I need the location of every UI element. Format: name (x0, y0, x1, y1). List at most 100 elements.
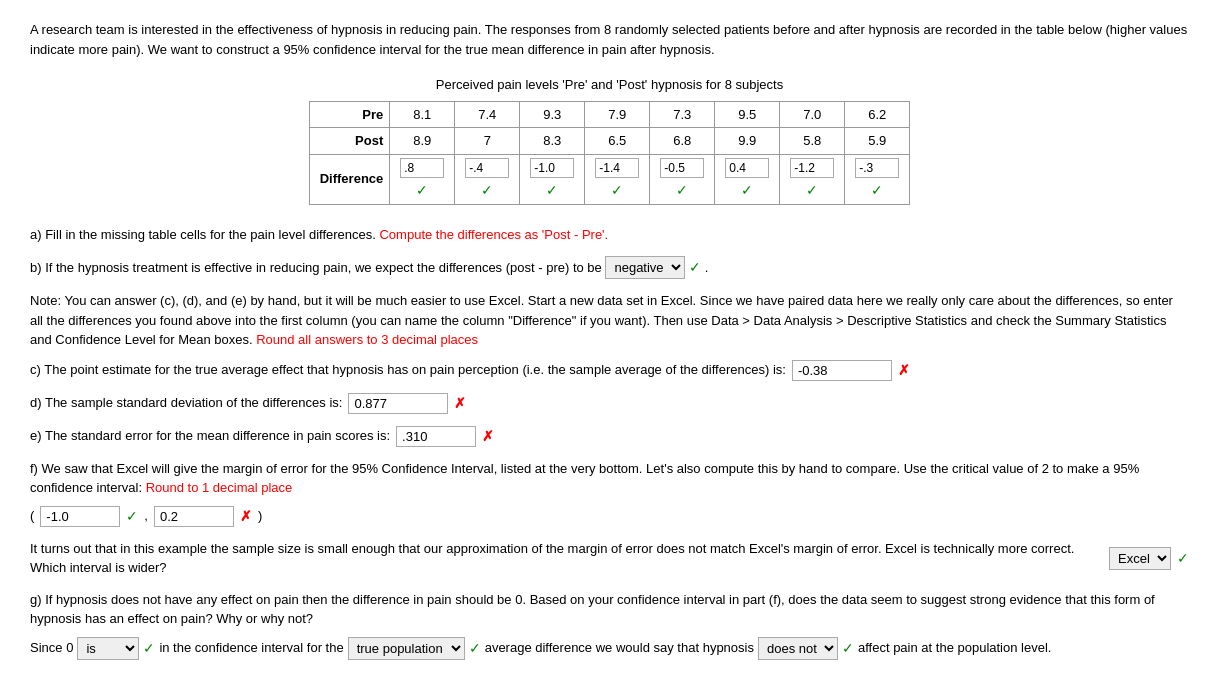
diff-input-5[interactable] (660, 158, 704, 178)
diff-cell-2: ✓ (455, 154, 520, 204)
conf-select[interactable]: true population sample (348, 637, 465, 660)
part-f-text: f) We saw that Excel will give the margi… (30, 459, 1189, 498)
note-section: Note: You can answer (c), (d), and (e) b… (30, 291, 1189, 350)
diff-check-4: ✓ (611, 180, 623, 201)
interval-left-check: ✓ (126, 506, 138, 527)
diff-check-7: ✓ (806, 180, 818, 201)
section-a: a) Fill in the missing table cells for t… (30, 225, 1189, 245)
note-body: Note: You can answer (c), (d), and (e) b… (30, 293, 1173, 347)
post-val-3: 8.3 (520, 128, 585, 155)
part-e-input[interactable] (396, 426, 476, 447)
hyp-check: ✓ (842, 638, 854, 659)
diff-input-8[interactable] (855, 158, 899, 178)
comma: , (144, 506, 148, 526)
end-text: affect pain at the population level. (858, 638, 1051, 658)
part-b-check: ✓ (689, 259, 701, 275)
part-d-input[interactable] (348, 393, 448, 414)
hyp-select[interactable]: does not does (758, 637, 838, 660)
post-val-2: 7 (455, 128, 520, 155)
part-c-row: c) The point estimate for the true avera… (30, 360, 1189, 381)
section-e: e) The standard error for the mean diffe… (30, 426, 1189, 447)
diff-check-1: ✓ (416, 180, 428, 201)
diff-input-6[interactable] (725, 158, 769, 178)
table-section: Perceived pain levels 'Pre' and 'Post' h… (30, 75, 1189, 205)
part-c-label: c) The point estimate for the true avera… (30, 360, 786, 380)
diff-input-7[interactable] (790, 158, 834, 178)
pre-val-4: 7.9 (585, 101, 650, 128)
pain-table: Pre 8.1 7.4 9.3 7.9 7.3 9.5 7.0 6.2 Post… (309, 101, 911, 205)
diff-cell-7: ✓ (780, 154, 845, 204)
section-b: b) If the hypnosis treatment is effectiv… (30, 256, 1189, 279)
wider-row: It turns out that in this example the sa… (30, 539, 1189, 578)
diff-row: Difference ✓ ✓ ✓ (309, 154, 910, 204)
part-b-text: b) If the hypnosis treatment is effectiv… (30, 256, 1189, 279)
wider-text: It turns out that in this example the sa… (30, 539, 1103, 578)
part-e-label: e) The standard error for the mean diffe… (30, 426, 390, 446)
part-b-period: . (705, 260, 709, 275)
part-b-select[interactable]: negative positive zero (605, 256, 685, 279)
interval-right-x: ✗ (240, 506, 252, 527)
diff-input-4[interactable] (595, 158, 639, 178)
pre-val-6: 9.5 (715, 101, 780, 128)
avg-text: average difference we would say that hyp… (485, 638, 754, 658)
post-val-1: 8.9 (390, 128, 455, 155)
section-g: g) If hypnosis does not have any effect … (30, 590, 1189, 660)
section-c: c) The point estimate for the true avera… (30, 360, 1189, 381)
note-text: Note: You can answer (c), (d), and (e) b… (30, 291, 1189, 350)
pre-val-8: 6.2 (845, 101, 910, 128)
post-val-5: 6.8 (650, 128, 715, 155)
diff-cell-8: ✓ (845, 154, 910, 204)
since-label: Since 0 (30, 638, 73, 658)
wider-select[interactable]: Excel hand (1109, 547, 1171, 570)
part-e-row: e) The standard error for the mean diffe… (30, 426, 1189, 447)
post-val-7: 5.8 (780, 128, 845, 155)
pre-val-3: 9.3 (520, 101, 585, 128)
pre-val-2: 7.4 (455, 101, 520, 128)
diff-label: Difference (309, 154, 390, 204)
conf-check: ✓ (469, 638, 481, 659)
interval-left-input[interactable] (40, 506, 120, 527)
diff-check-2: ✓ (481, 180, 493, 201)
diff-cell-3: ✓ (520, 154, 585, 204)
interval-right-input[interactable] (154, 506, 234, 527)
part-d-x: ✗ (454, 393, 466, 414)
post-label: Post (309, 128, 390, 155)
diff-input-3[interactable] (530, 158, 574, 178)
part-d-row: d) The sample standard deviation of the … (30, 393, 1189, 414)
diff-check-8: ✓ (871, 180, 883, 201)
since-select[interactable]: is is not (77, 637, 139, 660)
pre-val-7: 7.0 (780, 101, 845, 128)
part-a-text: a) Fill in the missing table cells for t… (30, 225, 1189, 245)
part-g-answer-row: Since 0 is is not ✓ in the confidence in… (30, 637, 1189, 660)
part-a-label: a) Fill in the missing table cells for t… (30, 227, 379, 242)
part-d-label: d) The sample standard deviation of the … (30, 393, 342, 413)
part-b-label: b) If the hypnosis treatment is effectiv… (30, 260, 605, 275)
section-f: f) We saw that Excel will give the margi… (30, 459, 1189, 527)
post-val-4: 6.5 (585, 128, 650, 155)
diff-input-2[interactable] (465, 158, 509, 178)
note-red: Round all answers to 3 decimal places (256, 332, 478, 347)
post-val-6: 9.9 (715, 128, 780, 155)
close-paren: ) (258, 506, 262, 526)
pre-row: Pre 8.1 7.4 9.3 7.9 7.3 9.5 7.0 6.2 (309, 101, 910, 128)
diff-cell-5: ✓ (650, 154, 715, 204)
diff-cell-4: ✓ (585, 154, 650, 204)
part-a-instruction: Compute the differences as 'Post - Pre'. (379, 227, 608, 242)
part-c-input[interactable] (792, 360, 892, 381)
pre-val-1: 8.1 (390, 101, 455, 128)
interval-row: ( ✓ , ✗ ) (30, 506, 1189, 527)
table-title: Perceived pain levels 'Pre' and 'Post' h… (30, 75, 1189, 95)
diff-check-5: ✓ (676, 180, 688, 201)
diff-cell-1: ✓ (390, 154, 455, 204)
post-row: Post 8.9 7 8.3 6.5 6.8 9.9 5.8 5.9 (309, 128, 910, 155)
diff-check-6: ✓ (741, 180, 753, 201)
part-c-x: ✗ (898, 360, 910, 381)
diff-input-1[interactable] (400, 158, 444, 178)
part-f-red: Round to 1 decimal place (146, 480, 293, 495)
section-wider: It turns out that in this example the sa… (30, 539, 1189, 578)
diff-check-3: ✓ (546, 180, 558, 201)
conf-text: in the confidence interval for the (159, 638, 343, 658)
part-g-text: g) If hypnosis does not have any effect … (30, 590, 1189, 629)
intro-text: A research team is interested in the eff… (30, 20, 1189, 59)
pre-label: Pre (309, 101, 390, 128)
